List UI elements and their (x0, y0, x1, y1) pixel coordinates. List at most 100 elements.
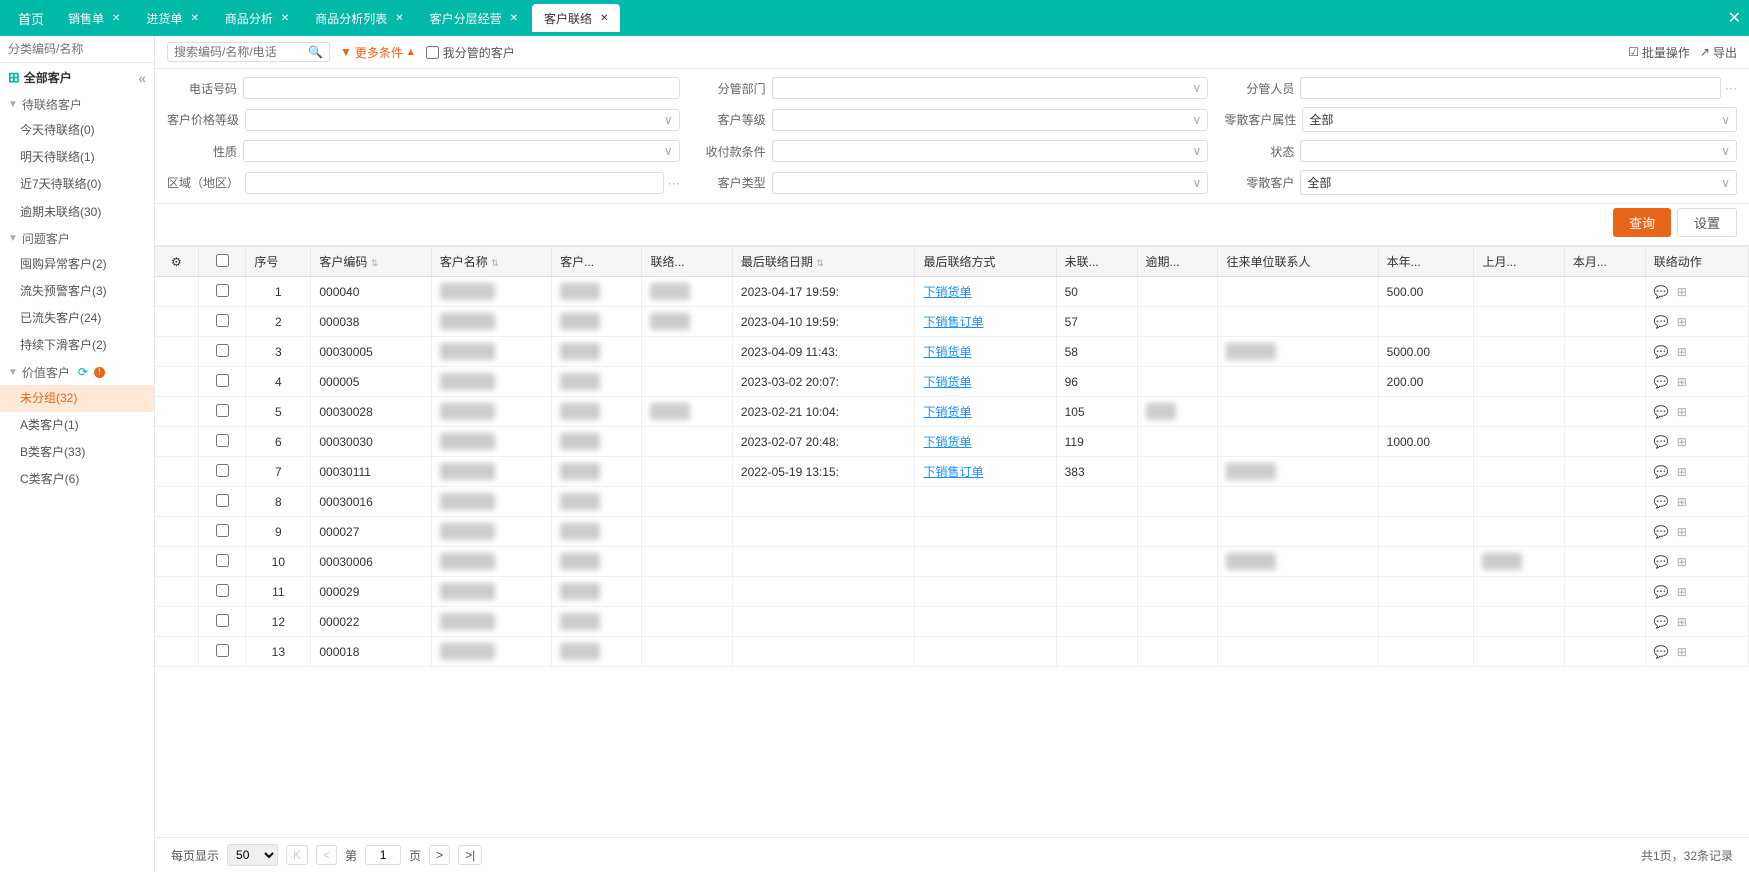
contact-action-icon[interactable]: 💬 (1654, 585, 1669, 599)
first-page-btn[interactable]: K (286, 845, 308, 865)
manager-input[interactable] (1300, 77, 1721, 99)
row-checkbox[interactable] (198, 487, 246, 517)
sidebar-item-overdue[interactable]: 逾期未联络(30) (0, 199, 154, 226)
row-checkbox[interactable] (198, 637, 246, 667)
close-purchase-icon[interactable]: ✕ (190, 13, 198, 24)
row-checkbox[interactable] (198, 397, 246, 427)
phone-input[interactable] (243, 77, 680, 99)
last-way-cell[interactable]: 下销售订单 (915, 307, 1056, 337)
dept-select[interactable]: ∨ (772, 77, 1209, 99)
filter-search-icon[interactable]: 🔍 (308, 45, 323, 59)
more-action-icon[interactable]: ⊞ (1677, 315, 1687, 329)
sidebar-item-tomorrow[interactable]: 明天待联络(1) (0, 144, 154, 171)
contact-action-icon[interactable]: 💬 (1654, 645, 1669, 659)
action-cell[interactable]: 💬 ⊞ (1645, 277, 1748, 307)
last-way-cell[interactable] (915, 577, 1056, 607)
sidebar-item-declining[interactable]: 持续下滑客户(2) (0, 332, 154, 359)
more-action-icon[interactable]: ⊞ (1677, 585, 1687, 599)
nav-tab-customer-tier[interactable]: 客户分层经营 ✕ (418, 4, 530, 32)
last-way-cell[interactable]: 下销货单 (915, 397, 1056, 427)
row-checkbox[interactable] (198, 457, 246, 487)
last-way-cell[interactable]: 下销货单 (915, 277, 1056, 307)
action-cell[interactable]: 💬 ⊞ (1645, 637, 1748, 667)
customer-type-select[interactable]: ∨ (772, 172, 1209, 194)
more-action-icon[interactable]: ⊞ (1677, 465, 1687, 479)
more-action-icon[interactable]: ⊞ (1677, 555, 1687, 569)
contact-action-icon[interactable]: 💬 (1654, 345, 1669, 359)
next-page-btn[interactable]: > (429, 845, 450, 865)
batch-op-btn[interactable]: ☑ 批量操作 (1628, 44, 1690, 61)
sidebar-group-value[interactable]: ▼ 价值客户 ⟳ ! (0, 360, 154, 385)
contact-action-icon[interactable]: 💬 (1654, 495, 1669, 509)
sidebar-group-problem[interactable]: ▼ 问题客户 (0, 226, 154, 251)
action-cell[interactable]: 💬 ⊞ (1645, 517, 1748, 547)
last-page-btn[interactable]: >| (458, 845, 482, 865)
action-cell[interactable]: 💬 ⊞ (1645, 607, 1748, 637)
more-action-icon[interactable]: ⊞ (1677, 285, 1687, 299)
action-cell[interactable]: 💬 ⊞ (1645, 457, 1748, 487)
sidebar-item-7days[interactable]: 近7天待联络(0) (0, 171, 154, 198)
filter-search-input[interactable] (174, 45, 304, 59)
sidebar-item-c-class[interactable]: C类客户(6) (0, 466, 154, 493)
select-all-checkbox[interactable] (216, 254, 229, 267)
row-checkbox[interactable] (198, 337, 246, 367)
nav-tab-analysis-list[interactable]: 商品分析列表 ✕ (303, 4, 415, 32)
export-btn[interactable]: ↗ 导出 (1700, 44, 1737, 61)
status-select[interactable]: ∨ (1300, 140, 1737, 162)
last-way-cell[interactable]: 下销货单 (915, 427, 1056, 457)
nav-tab-customer-contact[interactable]: 客户联络 ✕ (532, 4, 620, 32)
payment-select[interactable]: ∨ (772, 140, 1209, 162)
contact-action-icon[interactable]: 💬 (1654, 375, 1669, 389)
nav-tab-sales[interactable]: 销售单 ✕ (56, 4, 132, 32)
region-input[interactable] (245, 172, 664, 194)
action-cell[interactable]: 💬 ⊞ (1645, 397, 1748, 427)
more-action-icon[interactable]: ⊞ (1677, 435, 1687, 449)
sidebar-item-today[interactable]: 今天待联络(0) (0, 117, 154, 144)
last-way-cell[interactable] (915, 517, 1056, 547)
price-tier-select[interactable]: ∨ (245, 109, 680, 131)
sidebar-item-churned[interactable]: 已流失客户(24) (0, 305, 154, 332)
action-cell[interactable]: 💬 ⊞ (1645, 577, 1748, 607)
contact-action-icon[interactable]: 💬 (1654, 435, 1669, 449)
row-checkbox[interactable] (198, 607, 246, 637)
more-action-icon[interactable]: ⊞ (1677, 525, 1687, 539)
last-way-cell[interactable] (915, 637, 1056, 667)
region-dots[interactable]: ··· (668, 176, 680, 190)
col-settings[interactable]: ⚙ (155, 247, 198, 277)
sidebar-item-hoarding[interactable]: 囤购异常客户(2) (0, 251, 154, 278)
close-customer-tier-icon[interactable]: ✕ (510, 13, 518, 24)
nav-home[interactable]: 首页 (8, 9, 54, 28)
row-checkbox[interactable] (198, 577, 246, 607)
query-button[interactable]: 查询 (1613, 208, 1671, 237)
sidebar-item-a-class[interactable]: A类客户(1) (0, 412, 154, 439)
contact-action-icon[interactable]: 💬 (1654, 405, 1669, 419)
prev-page-btn[interactable]: < (316, 845, 337, 865)
contact-action-icon[interactable]: 💬 (1654, 315, 1669, 329)
settings-icon[interactable]: ⚙ (171, 255, 182, 269)
col-checkbox-all[interactable] (198, 247, 246, 277)
nav-tab-analysis[interactable]: 商品分析 ✕ (213, 4, 301, 32)
sidebar-collapse-icon[interactable]: « (138, 70, 146, 86)
action-cell[interactable]: 💬 ⊞ (1645, 307, 1748, 337)
row-checkbox[interactable] (198, 547, 246, 577)
action-cell[interactable]: 💬 ⊞ (1645, 427, 1748, 457)
col-last-date[interactable]: 最后联络日期 ⇅ (732, 247, 915, 277)
scattered-attr-select[interactable]: 全部 ∨ (1302, 107, 1737, 132)
contact-action-icon[interactable]: 💬 (1654, 525, 1669, 539)
col-name[interactable]: 客户名称 ⇅ (431, 247, 551, 277)
row-checkbox[interactable] (198, 517, 246, 547)
scattered-customer-select[interactable]: 全部 ∨ (1300, 170, 1737, 195)
row-checkbox[interactable] (198, 277, 246, 307)
more-action-icon[interactable]: ⊞ (1677, 495, 1687, 509)
contact-action-icon[interactable]: 💬 (1654, 555, 1669, 569)
close-sales-icon[interactable]: ✕ (112, 13, 120, 24)
action-cell[interactable]: 💬 ⊞ (1645, 337, 1748, 367)
action-cell[interactable]: 💬 ⊞ (1645, 547, 1748, 577)
close-customer-contact-icon[interactable]: ✕ (600, 13, 608, 24)
row-checkbox[interactable] (198, 307, 246, 337)
sidebar-search-input[interactable] (8, 42, 155, 56)
close-analysis-icon[interactable]: ✕ (281, 13, 289, 24)
sidebar-item-ungrouped[interactable]: 未分组(32) (0, 385, 154, 412)
row-checkbox[interactable] (198, 367, 246, 397)
col-code[interactable]: 客户编码 ⇅ (311, 247, 431, 277)
